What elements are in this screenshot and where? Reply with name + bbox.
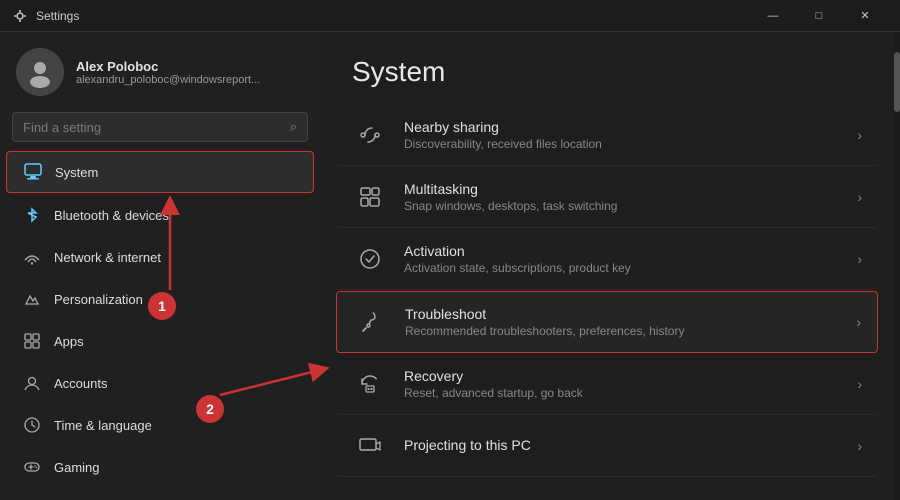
bluetooth-icon: [22, 205, 42, 225]
sidebar-item-timelang[interactable]: Time & language: [6, 405, 314, 445]
page-title: System: [352, 56, 862, 88]
nearby-sharing-chevron: ›: [857, 127, 862, 143]
gaming-icon: [22, 457, 42, 477]
recovery-desc: Reset, advanced startup, go back: [404, 386, 857, 400]
sidebar-item-accounts[interactable]: Accounts: [6, 363, 314, 403]
user-name: Alex Poloboc: [76, 59, 304, 74]
activation-chevron: ›: [857, 251, 862, 267]
recovery-icon: [352, 366, 388, 402]
nearby-sharing-name: Nearby sharing: [404, 119, 857, 135]
sidebar-item-label-accounts: Accounts: [54, 376, 107, 391]
timelang-icon: [22, 415, 42, 435]
troubleshoot-name: Troubleshoot: [405, 306, 856, 322]
projecting-text: Projecting to this PC: [404, 437, 857, 455]
sidebar-item-label-gaming: Gaming: [54, 460, 100, 475]
user-profile[interactable]: Alex Poloboc alexandru_poloboc@windowsre…: [0, 32, 320, 108]
annotation-1: 1: [148, 292, 176, 320]
annotation-2: 2: [196, 395, 224, 423]
setting-projecting[interactable]: Projecting to this PC ›: [336, 416, 878, 477]
multitasking-text: Multitasking Snap windows, desktops, tas…: [404, 181, 857, 213]
projecting-chevron: ›: [857, 438, 862, 454]
sidebar-item-system[interactable]: System: [6, 151, 314, 193]
troubleshoot-chevron: ›: [856, 314, 861, 330]
recovery-chevron: ›: [857, 376, 862, 392]
sidebar-item-label-apps: Apps: [54, 334, 84, 349]
sidebar-item-apps[interactable]: Apps: [6, 321, 314, 361]
scrollbar-track[interactable]: [894, 32, 900, 500]
title-bar: Settings — □ ✕: [0, 0, 900, 32]
settings-window-icon: [12, 8, 28, 24]
sidebar-item-bluetooth[interactable]: Bluetooth & devices: [6, 195, 314, 235]
settings-list: Nearby sharing Discoverability, received…: [320, 96, 894, 500]
setting-activation[interactable]: Activation Activation state, subscriptio…: [336, 229, 878, 290]
activation-text: Activation Activation state, subscriptio…: [404, 243, 857, 275]
recovery-name: Recovery: [404, 368, 857, 384]
activation-icon: [352, 241, 388, 277]
system-icon: [23, 162, 43, 182]
recovery-text: Recovery Reset, advanced startup, go bac…: [404, 368, 857, 400]
setting-recovery[interactable]: Recovery Reset, advanced startup, go bac…: [336, 354, 878, 415]
nearby-sharing-icon: [352, 117, 388, 153]
search-icon: ⌕: [290, 119, 297, 135]
minimize-button[interactable]: —: [750, 0, 796, 32]
troubleshoot-desc: Recommended troubleshooters, preferences…: [405, 324, 856, 338]
troubleshoot-icon: [353, 304, 389, 340]
close-button[interactable]: ✕: [842, 0, 888, 32]
sidebar-item-label-timelang: Time & language: [54, 418, 152, 433]
sidebar-item-label-network: Network & internet: [54, 250, 161, 265]
window-controls: — □ ✕: [750, 0, 888, 32]
sidebar-item-label-bluetooth: Bluetooth & devices: [54, 208, 169, 223]
user-email: alexandru_poloboc@windowsreport...: [76, 74, 304, 86]
multitasking-icon: [352, 179, 388, 215]
projecting-icon: [352, 428, 388, 464]
nearby-sharing-desc: Discoverability, received files location: [404, 137, 857, 151]
user-info: Alex Poloboc alexandru_poloboc@windowsre…: [76, 59, 304, 86]
sidebar-item-network[interactable]: Network & internet: [6, 237, 314, 277]
nearby-sharing-text: Nearby sharing Discoverability, received…: [404, 119, 857, 151]
sidebar-item-label-personalization: Personalization: [54, 292, 143, 307]
activation-desc: Activation state, subscriptions, product…: [404, 261, 857, 275]
window-title: Settings: [36, 9, 79, 23]
scrollbar-thumb[interactable]: [894, 52, 900, 112]
activation-name: Activation: [404, 243, 857, 259]
apps-icon: [22, 331, 42, 351]
setting-troubleshoot[interactable]: Troubleshoot Recommended troubleshooters…: [336, 291, 878, 353]
search-box[interactable]: ⌕: [12, 112, 308, 142]
sidebar: Alex Poloboc alexandru_poloboc@windowsre…: [0, 32, 320, 500]
personalization-icon: [22, 289, 42, 309]
projecting-name: Projecting to this PC: [404, 437, 857, 453]
sidebar-item-label-system: System: [55, 165, 98, 180]
search-input[interactable]: [23, 120, 282, 135]
network-icon: [22, 247, 42, 267]
setting-multitasking[interactable]: Multitasking Snap windows, desktops, tas…: [336, 167, 878, 228]
main-layout: Alex Poloboc alexandru_poloboc@windowsre…: [0, 32, 900, 500]
multitasking-chevron: ›: [857, 189, 862, 205]
content-header: System: [320, 32, 894, 96]
setting-nearby-sharing[interactable]: Nearby sharing Discoverability, received…: [336, 105, 878, 166]
multitasking-desc: Snap windows, desktops, task switching: [404, 199, 857, 213]
troubleshoot-text: Troubleshoot Recommended troubleshooters…: [405, 306, 856, 338]
multitasking-name: Multitasking: [404, 181, 857, 197]
sidebar-item-gaming[interactable]: Gaming: [6, 447, 314, 487]
content-area: System Nearby sharing Discoverability, r…: [320, 32, 894, 500]
avatar: [16, 48, 64, 96]
maximize-button[interactable]: □: [796, 0, 842, 32]
accounts-icon: [22, 373, 42, 393]
